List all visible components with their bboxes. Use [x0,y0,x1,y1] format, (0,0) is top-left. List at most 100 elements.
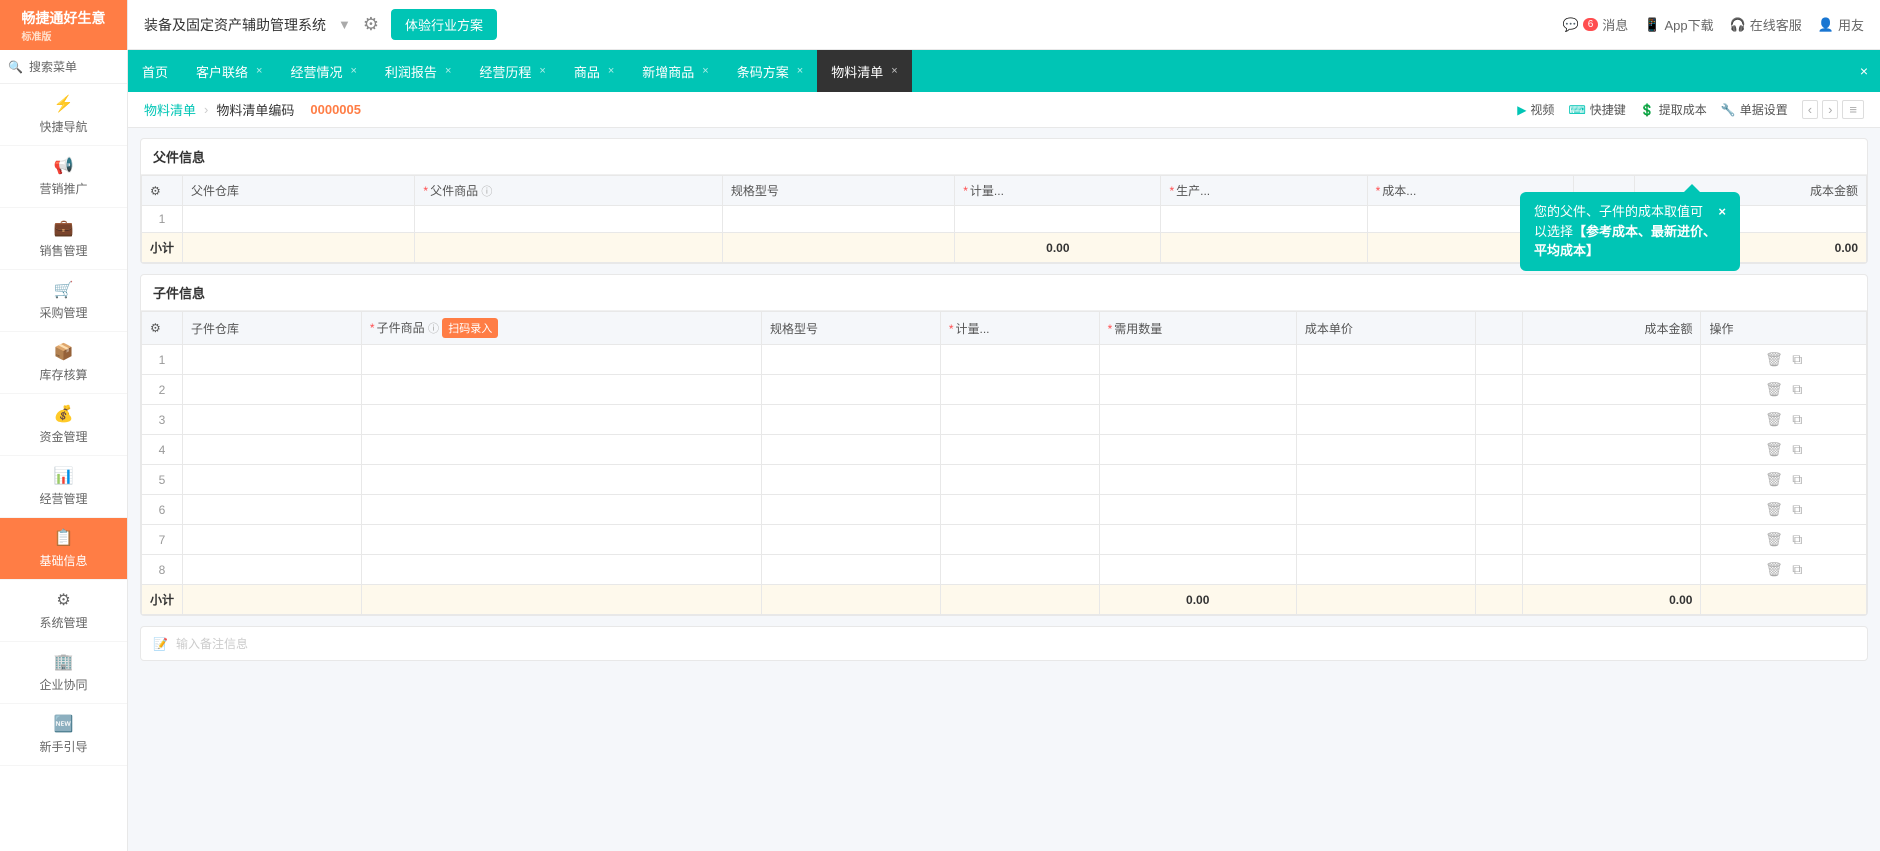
sidebar-item-basic-info[interactable]: 📋 基础信息 [0,518,127,580]
settings-icon[interactable]: ⚙ [363,14,379,35]
child-r1-warehouse[interactable] [183,345,362,375]
child-subtotal-qty: 0.00 [1099,585,1296,615]
shortcut-toolbar-item[interactable]: ⌨ 快捷键 [1568,101,1625,118]
tab-home[interactable]: 首页 [128,50,182,92]
search-menu[interactable]: 🔍 搜索菜单 [0,50,127,84]
breadcrumb-current: 物料清单编码 [216,100,294,119]
user-btn[interactable]: 👤 用友 [1818,15,1864,34]
tab-operation-status-label: 经营情况 [290,62,342,81]
child-r1-product[interactable] [361,345,761,375]
sidebar-item-finance[interactable]: 💰 资金管理 [0,394,127,456]
dropdown-icon[interactable]: ▼ [338,17,351,32]
child-r2-product[interactable] [361,375,761,405]
sidebar-item-marketing[interactable]: 📢 营销推广 [0,146,127,208]
parent-cell-spec[interactable] [722,206,954,233]
view-toolbar-item[interactable]: ▶ 视频 [1517,101,1554,118]
delete-icon[interactable]: 🗑 [1765,411,1783,427]
child-r1-spec[interactable] [761,345,940,375]
scan-input-btn[interactable]: 扫码录入 [442,318,498,338]
marketing-icon: 📢 [54,156,74,176]
tab-customer[interactable]: 客户联络 × [182,50,276,92]
breadcrumb-code: 0000005 [310,102,361,117]
breadcrumb-parent[interactable]: 物料清单 [144,100,196,119]
child-subtotal-cost-amount: 0.00 [1522,585,1701,615]
nav-prev-icon[interactable]: ‹ [1802,100,1818,119]
delete-icon[interactable]: 🗑 [1765,351,1783,367]
delete-icon[interactable]: 🗑 [1765,531,1783,547]
tab-operation-status-close[interactable]: × [350,65,356,77]
parent-cell-unit[interactable] [955,206,1161,233]
parent-col-unit: *计量... [955,176,1161,206]
single-settings-label: 单据设置 [1740,101,1788,118]
parent-cell-prod[interactable] [1161,206,1367,233]
tab-profit-report-close[interactable]: × [445,65,451,77]
tab-operation-status[interactable]: 经营情况 × [276,50,370,92]
tab-profit-report[interactable]: 利润报告 × [371,50,465,92]
tab-operation-history[interactable]: 经营历程 × [465,50,559,92]
gear-icon[interactable]: ⚙ [150,184,161,198]
message-btn[interactable]: 💬 6 消息 [1563,15,1629,34]
delete-icon[interactable]: 🗑 [1765,381,1783,397]
tab-barcode[interactable]: 条码方案 × [723,50,817,92]
child-col-sort [1475,312,1522,345]
sidebar-item-enterprise[interactable]: 🏢 企业协同 [0,642,127,704]
child-r2-cost-price[interactable] [1296,375,1475,405]
copy-icon[interactable]: ⧉ [1792,411,1802,427]
tab-bom-close[interactable]: × [891,65,897,77]
tab-new-product-close[interactable]: × [702,65,708,77]
app-download-btn[interactable]: 📱 App下载 [1644,15,1713,34]
sidebar-item-purchase[interactable]: 🛒 采购管理 [0,270,127,332]
tooltip-close-btn[interactable]: × [1718,202,1726,222]
child-r2-spec[interactable] [761,375,940,405]
parent-cell-product[interactable] [415,206,722,233]
trial-btn[interactable]: 体验行业方案 [391,9,497,40]
sidebar-item-guide[interactable]: 🆕 新手引导 [0,704,127,766]
delete-icon[interactable]: 🗑 [1765,501,1783,517]
tab-new-product[interactable]: 新增商品 × [628,50,722,92]
child-r2-qty[interactable] [1099,375,1296,405]
sidebar-item-inventory[interactable]: 📦 库存核算 [0,332,127,394]
close-all-tabs[interactable]: × [1848,63,1880,79]
tab-customer-close[interactable]: × [256,65,262,77]
note-placeholder[interactable]: 输入备注信息 [176,635,248,652]
nav-next-icon[interactable]: › [1822,100,1838,119]
tab-product-close[interactable]: × [608,65,614,77]
sidebar-item-quick-nav[interactable]: ⚡ 快捷导航 [0,84,127,146]
child-r2-cost-amount[interactable] [1522,375,1701,405]
extract-cost-toolbar-item[interactable]: 💲 提取成本 [1640,101,1707,118]
tab-operation-history-close[interactable]: × [539,65,545,77]
tab-bom[interactable]: 物料清单 × [817,50,911,92]
online-service-btn[interactable]: 🎧 在线客服 [1730,15,1802,34]
child-r1-qty[interactable] [1099,345,1296,375]
sidebar-item-label: 企业协同 [39,676,87,693]
grid-view-icon[interactable]: ≡ [1842,100,1864,119]
copy-icon[interactable]: ⧉ [1792,501,1802,517]
gear2-icon[interactable]: ⚙ [150,321,161,335]
copy-icon[interactable]: ⧉ [1792,531,1802,547]
child-r1-cost-price[interactable] [1296,345,1475,375]
child-r1-unit[interactable] [940,345,1099,375]
parent-cell-warehouse[interactable] [183,206,415,233]
copy-icon[interactable]: ⧉ [1792,351,1802,367]
child-col-qty: *需用数量 [1099,312,1296,345]
sidebar-item-operation[interactable]: 📊 经营管理 [0,456,127,518]
tab-product[interactable]: 商品 × [560,50,628,92]
delete-icon[interactable]: 🗑 [1765,471,1783,487]
copy-icon[interactable]: ⧉ [1792,441,1802,457]
child-r1-cost-amount[interactable] [1522,345,1701,375]
sidebar-item-sales[interactable]: 💼 销售管理 [0,208,127,270]
copy-icon[interactable]: ⧉ [1792,381,1802,397]
tab-barcode-close[interactable]: × [797,65,803,77]
delete-icon[interactable]: 🗑 [1765,441,1783,457]
child-r2-unit[interactable] [940,375,1099,405]
child-r2-warehouse[interactable] [183,375,362,405]
single-settings-toolbar-item[interactable]: 🔧 单据设置 [1721,101,1788,118]
operation-icon: 📊 [54,466,74,486]
child-col-cost-price: 成本单价 [1296,312,1475,345]
content-area: 物料清单 › 物料清单编码 0000005 ▶ 视频 ⌨ 快捷键 💲 [128,92,1880,851]
topbar: 装备及固定资产辅助管理系统 ▼ ⚙ 体验行业方案 💬 6 消息 📱 App下载 … [128,0,1880,50]
sidebar-item-system[interactable]: ⚙ 系统管理 [0,580,127,642]
delete-icon[interactable]: 🗑 [1765,561,1783,577]
copy-icon[interactable]: ⧉ [1792,471,1802,487]
copy-icon[interactable]: ⧉ [1792,561,1802,577]
